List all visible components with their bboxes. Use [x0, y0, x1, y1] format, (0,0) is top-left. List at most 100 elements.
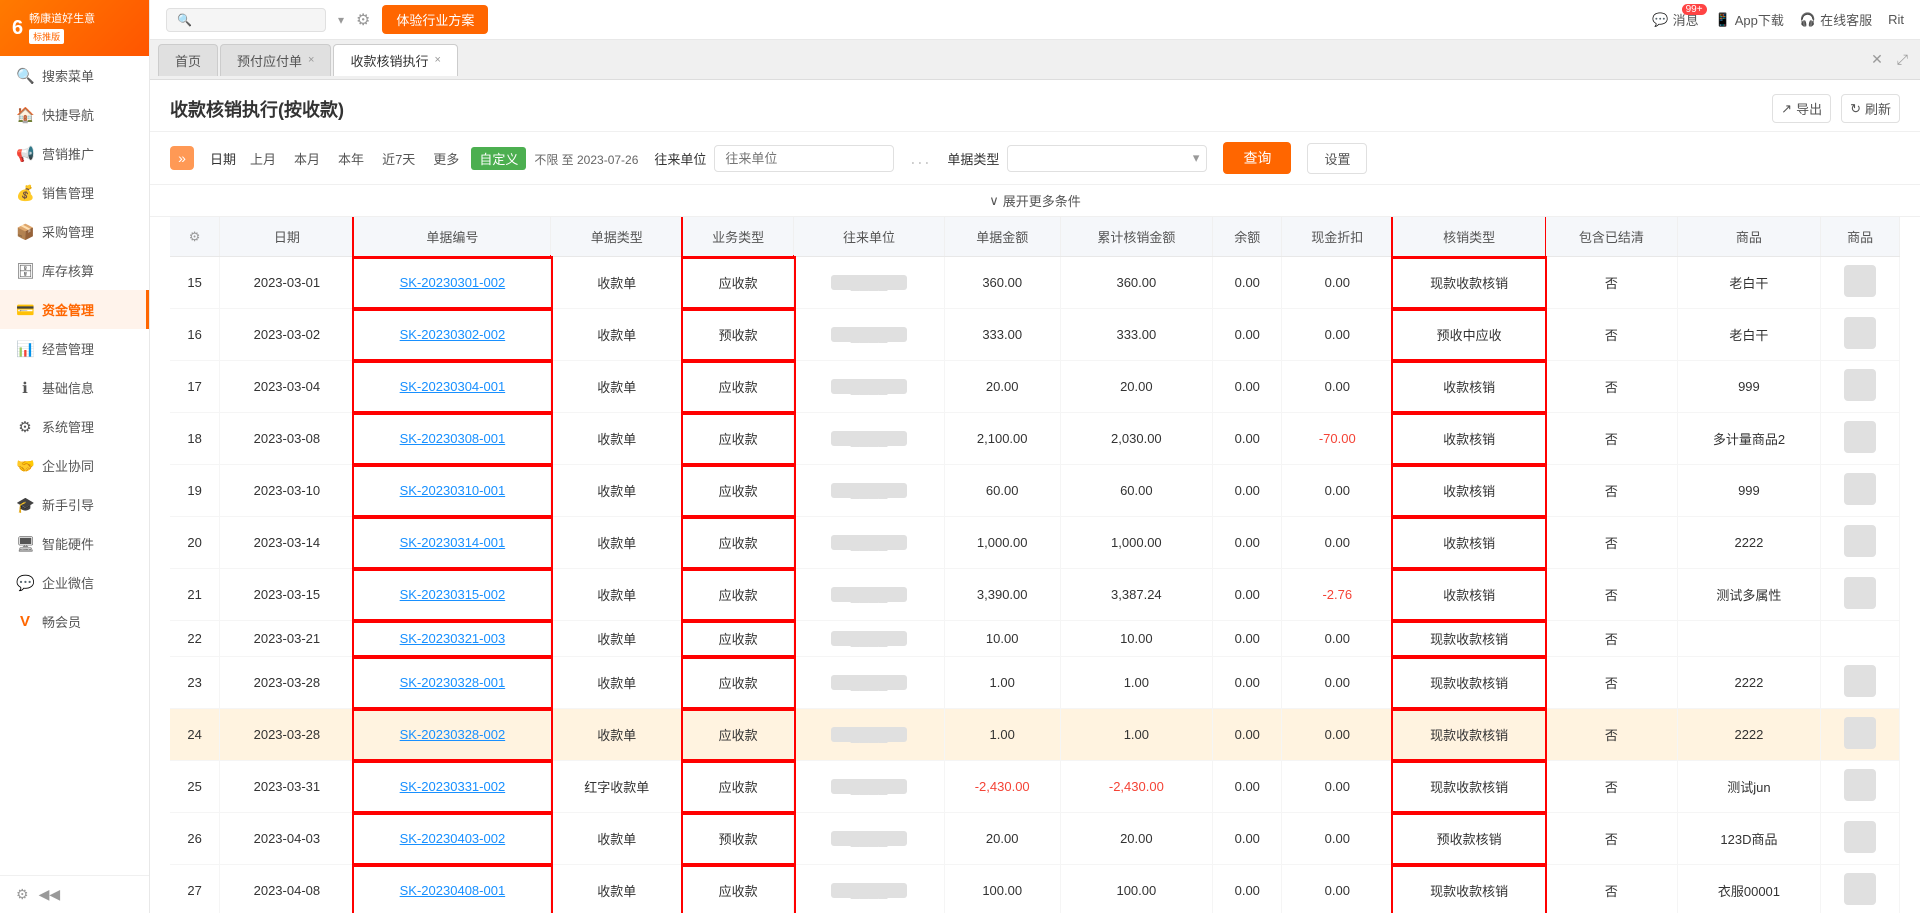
cell-bill-amount: 3,390.00: [944, 569, 1060, 621]
cell-counterpart: ████: [794, 569, 945, 621]
cell-cash-discount: 0.00: [1282, 361, 1393, 413]
cell-goods: 2222: [1677, 517, 1820, 569]
message-icon: 💬: [1652, 12, 1668, 28]
sidebar-item-search[interactable]: 🔍 搜索菜单: [0, 56, 149, 95]
cell-bill-amount: 20.00: [944, 813, 1060, 865]
bill-type-filter-group: 单据类型: [947, 145, 1207, 172]
cell-cash-discount: 0.00: [1282, 465, 1393, 517]
counterpart-input[interactable]: [714, 145, 894, 172]
sidebar-item-label: 企业微信: [42, 573, 94, 592]
expand-label: 展开更多条件: [1003, 191, 1081, 210]
date-opt-custom[interactable]: 自定义: [471, 147, 526, 170]
cell-goods: 老白干: [1677, 309, 1820, 361]
date-opt-last-month[interactable]: 上月: [244, 147, 282, 170]
topbar-chevron-icon[interactable]: ▾: [338, 13, 344, 27]
tab-home[interactable]: 首页: [158, 44, 218, 76]
th-gear[interactable]: ⚙: [170, 217, 220, 257]
cell-counterpart: ████: [794, 813, 945, 865]
bill-no-link[interactable]: SK-20230321-003: [400, 631, 506, 646]
cell-no: 24: [170, 709, 220, 761]
sidebar-item-label: 系统管理: [42, 417, 94, 436]
bill-no-link[interactable]: SK-20230304-001: [400, 379, 506, 394]
topbar-search[interactable]: 🔍: [166, 8, 326, 32]
bill-type-select[interactable]: [1007, 145, 1207, 172]
th-biz-type: 业务类型: [683, 217, 794, 257]
cell-verify-type: 收款核销: [1393, 517, 1546, 569]
cell-goods-img: [1821, 257, 1900, 309]
date-opt-7days[interactable]: 近7天: [376, 147, 421, 170]
content-area: 收款核销执行(按收款) ↗ 导出 ↻ 刷新 » 日期: [150, 80, 1920, 913]
sidebar-item-marketing[interactable]: 📢 营销推广: [0, 134, 149, 173]
cell-verify-type: 现款收款核销: [1393, 709, 1546, 761]
cell-cash-discount: -2.76: [1282, 569, 1393, 621]
tab-prepay-close-icon[interactable]: ×: [308, 54, 314, 66]
bill-no-link[interactable]: SK-20230315-002: [400, 587, 506, 602]
settings-bottom-icon[interactable]: ⚙: [16, 886, 29, 903]
message-button[interactable]: 💬 消息 99+: [1652, 10, 1698, 29]
sidebar-item-enterprise[interactable]: 🤝 企业协同: [0, 446, 149, 485]
cell-include-cleared: 否: [1545, 569, 1677, 621]
bill-no-link[interactable]: SK-20230328-002: [400, 727, 506, 742]
tab-expand-button[interactable]: ⤢: [1893, 49, 1912, 70]
tab-prepay[interactable]: 预付应付单 ×: [220, 44, 331, 76]
export-button[interactable]: ↗ 导出: [1772, 94, 1831, 123]
query-button[interactable]: 查询: [1223, 142, 1291, 174]
cell-goods-img: [1821, 709, 1900, 761]
cell-biz-type: 应收款: [683, 257, 794, 309]
bill-no-link[interactable]: SK-20230408-001: [400, 883, 506, 898]
th-cash-discount: 现金折扣: [1282, 217, 1393, 257]
collapse-icon[interactable]: ◀◀: [39, 886, 61, 903]
tab-close-button[interactable]: ✕: [1867, 49, 1887, 70]
filter-expand-bar[interactable]: ∨ 展开更多条件: [150, 185, 1920, 217]
bill-no-link[interactable]: SK-20230331-002: [400, 779, 506, 794]
cell-cash-discount: 0.00: [1282, 709, 1393, 761]
bill-no-link[interactable]: SK-20230310-001: [400, 483, 506, 498]
sidebar-item-inventory[interactable]: 🗄 库存核算: [0, 251, 149, 290]
sidebar-item-finance[interactable]: 💳 资金管理: [0, 290, 149, 329]
bill-no-link[interactable]: SK-20230403-002: [400, 831, 506, 846]
topbar-gear-icon[interactable]: ⚙: [356, 10, 370, 30]
hardware-icon: 🖥: [16, 535, 34, 553]
sidebar-item-wechat[interactable]: 💬 企业微信: [0, 563, 149, 602]
filter-arrow-button[interactable]: »: [170, 146, 194, 170]
bill-no-link[interactable]: SK-20230308-001: [400, 431, 506, 446]
cell-cumulative: 10.00: [1060, 621, 1213, 657]
bill-no-link[interactable]: SK-20230301-002: [400, 275, 506, 290]
date-opt-this-year[interactable]: 本年: [332, 147, 370, 170]
user-name[interactable]: Rit: [1888, 12, 1904, 27]
filter-setting-button[interactable]: 设置: [1307, 143, 1367, 174]
bill-no-link[interactable]: SK-20230302-002: [400, 327, 506, 342]
date-opt-this-month[interactable]: 本月: [288, 147, 326, 170]
sidebar-item-sales[interactable]: 💰 销售管理: [0, 173, 149, 212]
filter-dots[interactable]: ...: [910, 148, 931, 169]
th-goods2: 商品: [1821, 217, 1900, 257]
sidebar-item-operations[interactable]: 📊 经营管理: [0, 329, 149, 368]
gear-icon[interactable]: ⚙: [189, 229, 201, 244]
bill-no-link[interactable]: SK-20230328-001: [400, 675, 506, 690]
sidebar-item-label: 采购管理: [42, 222, 94, 241]
app-download-button[interactable]: 📱 App下载: [1715, 10, 1784, 29]
refresh-button[interactable]: ↻ 刷新: [1841, 94, 1900, 123]
online-service-button[interactable]: 🎧 在线客服: [1800, 10, 1872, 29]
cell-include-cleared: 否: [1545, 621, 1677, 657]
sidebar-item-member[interactable]: V 畅会员: [0, 602, 149, 641]
sidebar-item-shortcut[interactable]: 🏠 快捷导航: [0, 95, 149, 134]
sidebar-item-hardware[interactable]: 🖥 智能硬件: [0, 524, 149, 563]
sidebar-item-purchase[interactable]: 📦 采购管理: [0, 212, 149, 251]
cell-goods: 2222: [1677, 709, 1820, 761]
cell-bill-no: SK-20230328-002: [354, 709, 551, 761]
cell-date: 2023-04-03: [220, 813, 354, 865]
solution-button[interactable]: 体验行业方案: [382, 5, 488, 34]
tab-collection[interactable]: 收款核销执行 ×: [333, 44, 457, 76]
date-opt-more[interactable]: 更多: [427, 147, 465, 170]
bill-no-link[interactable]: SK-20230314-001: [400, 535, 506, 550]
export-icon: ↗: [1781, 101, 1792, 117]
cell-biz-type: 应收款: [683, 621, 794, 657]
main-area: 🔍 ▾ ⚙ 体验行业方案 💬 消息 99+ 📱 App下载 🎧 在线客服 Rit: [150, 0, 1920, 913]
cell-no: 19: [170, 465, 220, 517]
sidebar-item-basic[interactable]: ℹ 基础信息: [0, 368, 149, 407]
sidebar-item-system[interactable]: ⚙ 系统管理: [0, 407, 149, 446]
cell-bill-type: 收款单: [551, 657, 683, 709]
sidebar-item-guide[interactable]: 🎓 新手引导: [0, 485, 149, 524]
tab-collection-close-icon[interactable]: ×: [434, 54, 440, 66]
